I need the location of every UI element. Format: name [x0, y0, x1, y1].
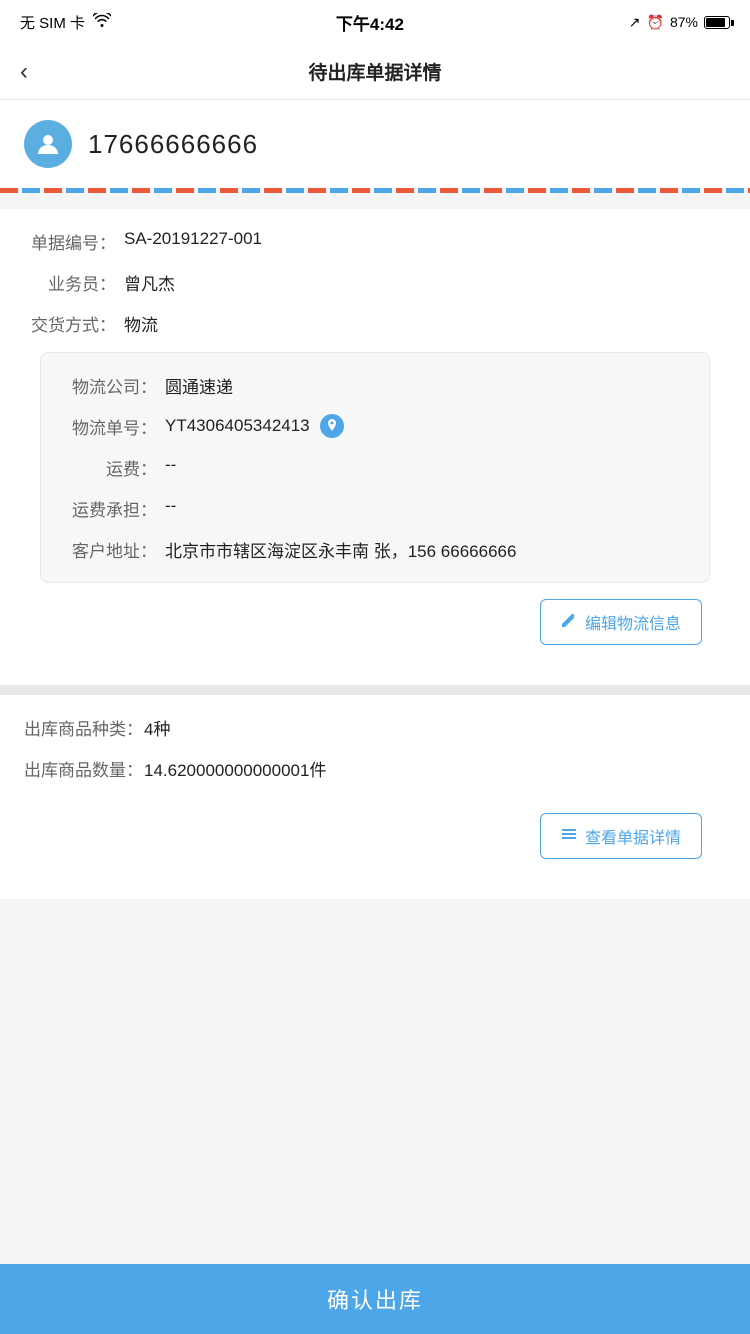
- status-right: ↗ ⏰ 87%: [629, 14, 730, 31]
- confirm-outbound-button[interactable]: 确认出库: [0, 1264, 750, 1334]
- freight-value: --: [165, 455, 685, 475]
- page-title: 待出库单据详情: [308, 58, 441, 85]
- order-info-section: 单据编号： SA-20191227-001 业务员： 曾凡杰 交货方式： 物流 …: [0, 209, 750, 685]
- view-details-label: 查看单据详情: [585, 824, 681, 848]
- sales-person-label: 业务员：: [24, 270, 124, 295]
- location-status-icon: ↗: [629, 14, 641, 31]
- status-bar: 无 SIM 卡 下午4:42 ↗ ⏰ 87%: [0, 0, 750, 44]
- order-no-row: 单据编号： SA-20191227-001: [24, 229, 726, 254]
- goods-types-label: 出库商品种类：: [24, 715, 144, 740]
- sales-person-row: 业务员： 曾凡杰: [24, 270, 726, 295]
- logistics-section: 物流公司： 圆通速递 物流单号： YT4306405342413 运费： -- …: [40, 352, 710, 583]
- status-left: 无 SIM 卡: [20, 12, 111, 33]
- logistics-company-row: 物流公司： 圆通速递: [65, 373, 685, 398]
- address-value: 北京市市辖区海淀区永丰南 张，156 66666666: [165, 537, 685, 562]
- nav-bar: ‹ 待出库单据详情: [0, 44, 750, 100]
- goods-section: 出库商品种类： 4种 出库商品数量： 14.620000000000001件 查…: [0, 695, 750, 899]
- customer-phone: 17666666666: [88, 129, 258, 160]
- logistics-tracking-row: 物流单号： YT4306405342413: [65, 414, 685, 439]
- edit-icon: [561, 612, 577, 633]
- logistics-company-label: 物流公司：: [65, 373, 165, 398]
- freight-label: 运费：: [65, 455, 165, 480]
- delivery-label: 交货方式：: [24, 311, 124, 336]
- customer-header: 17666666666: [0, 100, 750, 188]
- map-location-icon[interactable]: [320, 414, 344, 438]
- tracking-number: YT4306405342413: [165, 416, 310, 436]
- view-details-area: 查看单据详情: [24, 797, 726, 879]
- goods-quantity-label: 出库商品数量：: [24, 756, 144, 781]
- delivery-value: 物流: [124, 311, 726, 336]
- freight-bear-value: --: [165, 496, 685, 516]
- logistics-company-value: 圆通速递: [165, 373, 685, 398]
- wifi-icon: [93, 13, 111, 32]
- carrier-label: 无 SIM 卡: [20, 12, 85, 33]
- logistics-tracking-label: 物流单号：: [65, 414, 165, 439]
- edit-logistics-area: 编辑物流信息: [24, 583, 726, 665]
- goods-types-row: 出库商品种类： 4种: [24, 715, 726, 740]
- edit-logistics-label: 编辑物流信息: [585, 610, 681, 634]
- sales-person-value: 曾凡杰: [124, 270, 726, 295]
- status-time: 下午4:42: [336, 10, 404, 35]
- freight-bear-row: 运费承担： --: [65, 496, 685, 521]
- freight-row: 运费： --: [65, 455, 685, 480]
- order-no-label: 单据编号：: [24, 229, 124, 254]
- battery-percent: 87%: [670, 14, 698, 30]
- avatar: [24, 120, 72, 168]
- back-button[interactable]: ‹: [12, 50, 36, 94]
- bottom-area: 确认出库: [0, 1264, 750, 1334]
- dashed-divider: [0, 188, 750, 193]
- section-separator: [0, 685, 750, 695]
- view-details-button[interactable]: 查看单据详情: [540, 813, 702, 859]
- edit-logistics-button[interactable]: 编辑物流信息: [540, 599, 702, 645]
- battery-icon: [704, 16, 730, 29]
- goods-quantity-row: 出库商品数量： 14.620000000000001件: [24, 756, 726, 781]
- alarm-icon: ⏰: [647, 14, 664, 31]
- goods-quantity-value: 14.620000000000001件: [144, 756, 326, 781]
- logistics-tracking-value: YT4306405342413: [165, 414, 685, 438]
- order-no-value: SA-20191227-001: [124, 229, 726, 249]
- address-row: 客户地址： 北京市市辖区海淀区永丰南 张，156 66666666: [65, 537, 685, 562]
- goods-types-value: 4种: [144, 715, 170, 740]
- delivery-row: 交货方式： 物流: [24, 311, 726, 336]
- freight-bear-label: 运费承担：: [65, 496, 165, 521]
- list-icon: [561, 826, 577, 847]
- address-label: 客户地址：: [65, 537, 165, 562]
